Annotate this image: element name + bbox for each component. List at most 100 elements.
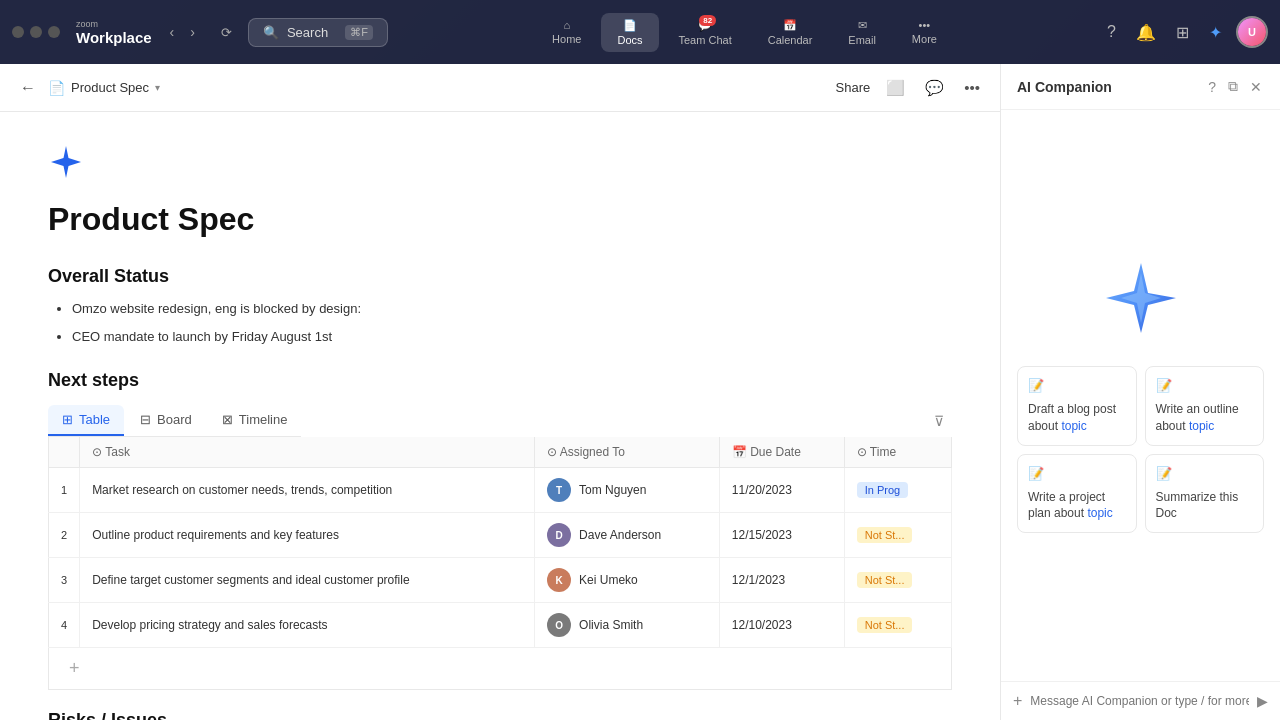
help-button[interactable]: ? — [1101, 17, 1122, 47]
comment-button[interactable]: 💬 — [921, 75, 948, 101]
row-assignee: K Kei Umeko — [535, 558, 720, 603]
row-task: Market research on customer needs, trend… — [80, 468, 535, 513]
view-tab-board[interactable]: ⊟ Board — [126, 405, 206, 436]
tab-docs[interactable]: 📄 Docs — [601, 13, 658, 52]
suggestion-card-4[interactable]: 📝 Summarize this Doc — [1145, 454, 1265, 534]
tab-email[interactable]: ✉ Email — [832, 13, 892, 52]
forward-nav-button[interactable]: › — [184, 20, 201, 44]
search-box[interactable]: 🔍 Search ⌘F — [248, 18, 388, 47]
teamchat-icon: 💬 82 — [698, 19, 712, 32]
table-label: Table — [79, 412, 110, 427]
ai-button[interactable]: ✦ — [1203, 17, 1228, 48]
list-item: Omzo website redesign, eng is blocked by… — [72, 299, 952, 319]
tab-more[interactable]: ••• More — [896, 13, 953, 51]
window-minimize[interactable] — [30, 26, 42, 38]
notifications-button[interactable]: 🔔 — [1130, 17, 1162, 48]
assignee-avatar: T — [547, 478, 571, 502]
back-nav-button[interactable]: ‹ — [164, 20, 181, 44]
view-tab-table[interactable]: ⊞ Table — [48, 405, 124, 436]
col-task: ⊙ Task — [80, 437, 535, 468]
doc-toolbar: ← 📄 Product Spec ▾ Share ⬜ 💬 ••• — [0, 64, 1000, 112]
home-icon: ⌂ — [563, 19, 570, 31]
calendar-icon: 📅 — [783, 19, 797, 32]
ai-plus-button[interactable]: + — [1013, 692, 1022, 710]
risks-heading: Risks / Issues — [48, 710, 952, 720]
row-assignee: D Dave Anderson — [535, 513, 720, 558]
view-tab-timeline[interactable]: ⊠ Timeline — [208, 405, 302, 436]
suggestion-text: Draft a blog post about topic — [1028, 401, 1126, 435]
back-button[interactable]: ← — [16, 75, 40, 101]
board-label: Board — [157, 412, 192, 427]
timeline-icon: ⊠ — [222, 412, 233, 427]
col-duedate: 📅 Due Date — [719, 437, 844, 468]
suggestion-card-2[interactable]: 📝 Write an outline about topic — [1145, 366, 1265, 446]
tab-calendar[interactable]: 📅 Calendar — [752, 13, 829, 52]
doc-area: ← 📄 Product Spec ▾ Share ⬜ 💬 ••• Product — [0, 64, 1000, 720]
calendar-label: Calendar — [768, 34, 813, 46]
next-steps-heading: Next steps — [48, 370, 952, 391]
ai-message-input[interactable] — [1030, 694, 1249, 708]
suggestion-icon: 📝 — [1028, 377, 1126, 395]
suggestion-text: Write a project plan about topic — [1028, 489, 1126, 523]
add-row-button[interactable]: + — [57, 652, 92, 685]
table-row: 4 Develop pricing strategy and sales for… — [49, 603, 952, 648]
suggestion-text: Summarize this Doc — [1156, 489, 1254, 523]
suggestion-card-3[interactable]: 📝 Write a project plan about topic — [1017, 454, 1137, 534]
row-status: Not St... — [844, 558, 951, 603]
row-task: Outline product requirements and key fea… — [80, 513, 535, 558]
overall-status-heading: Overall Status — [48, 266, 952, 287]
suggestion-card-1[interactable]: 📝 Draft a blog post about topic — [1017, 366, 1137, 446]
history-icon: ⟳ — [221, 25, 232, 40]
present-button[interactable]: ⬜ — [882, 75, 909, 101]
row-status: Not St... — [844, 603, 951, 648]
window-controls — [12, 26, 60, 38]
ai-help-button[interactable]: ? — [1206, 76, 1218, 97]
zoom-label: zoom — [76, 19, 152, 29]
assignee-avatar: D — [547, 523, 571, 547]
doc-title-bar[interactable]: 📄 Product Spec ▾ — [48, 80, 160, 96]
window-close[interactable] — [12, 26, 24, 38]
email-label: Email — [848, 34, 876, 46]
row-duedate: 12/10/2023 — [719, 603, 844, 648]
task-table: ⊙ Task ⊙ Assigned To 📅 Due Date ⊙ Time 1… — [48, 437, 952, 648]
teamchat-label: Team Chat — [679, 34, 732, 46]
filter-button[interactable]: ⊽ — [926, 409, 952, 433]
assignee-name: Kei Umeko — [579, 573, 638, 587]
docs-label: Docs — [617, 34, 642, 46]
avatar[interactable]: U — [1236, 16, 1268, 48]
assignee-name: Olivia Smith — [579, 618, 643, 632]
more-options-button[interactable]: ••• — [960, 75, 984, 100]
table-row: 1 Market research on customer needs, tre… — [49, 468, 952, 513]
view-tabs: ⊞ Table ⊟ Board ⊠ Timeline — [48, 405, 301, 437]
home-label: Home — [552, 33, 581, 45]
status-badge: Not St... — [857, 527, 913, 543]
apps-button[interactable]: ⊞ — [1170, 17, 1195, 48]
ai-send-button[interactable]: ▶ — [1257, 693, 1268, 709]
row-number: 2 — [49, 513, 80, 558]
row-task: Define target customer segments and idea… — [80, 558, 535, 603]
avatar-image: U — [1238, 18, 1266, 46]
list-item: CEO mandate to launch by Friday August 1… — [72, 327, 952, 347]
tab-teamchat[interactable]: 💬 82 Team Chat — [663, 13, 748, 52]
share-button[interactable]: Share — [836, 80, 871, 95]
tab-home[interactable]: ⌂ Home — [536, 13, 597, 51]
suggestion-icon: 📝 — [1156, 465, 1254, 483]
overall-status-list: Omzo website redesign, eng is blocked by… — [48, 299, 952, 346]
ai-panel-header: AI Companion ? ⧉ ✕ — [1001, 64, 1280, 110]
row-status: Not St... — [844, 513, 951, 558]
status-badge: In Prog — [857, 482, 908, 498]
ai-gem-icon — [1101, 258, 1181, 342]
history-button[interactable]: ⟳ — [213, 21, 240, 44]
search-shortcut: ⌘F — [345, 25, 373, 40]
suggestion-icon: 📝 — [1028, 465, 1126, 483]
col-assigned: ⊙ Assigned To — [535, 437, 720, 468]
row-number: 1 — [49, 468, 80, 513]
window-maximize[interactable] — [48, 26, 60, 38]
ai-close-button[interactable]: ✕ — [1248, 76, 1264, 97]
doc-content: Product Spec Overall Status Omzo website… — [0, 112, 1000, 720]
ai-expand-button[interactable]: ⧉ — [1226, 76, 1240, 97]
doc-main-title: Product Spec — [48, 201, 952, 238]
board-icon: ⊟ — [140, 412, 151, 427]
ai-panel-body: 📝 Draft a blog post about topic 📝 Write … — [1001, 110, 1280, 681]
ai-star-icon — [48, 144, 952, 189]
